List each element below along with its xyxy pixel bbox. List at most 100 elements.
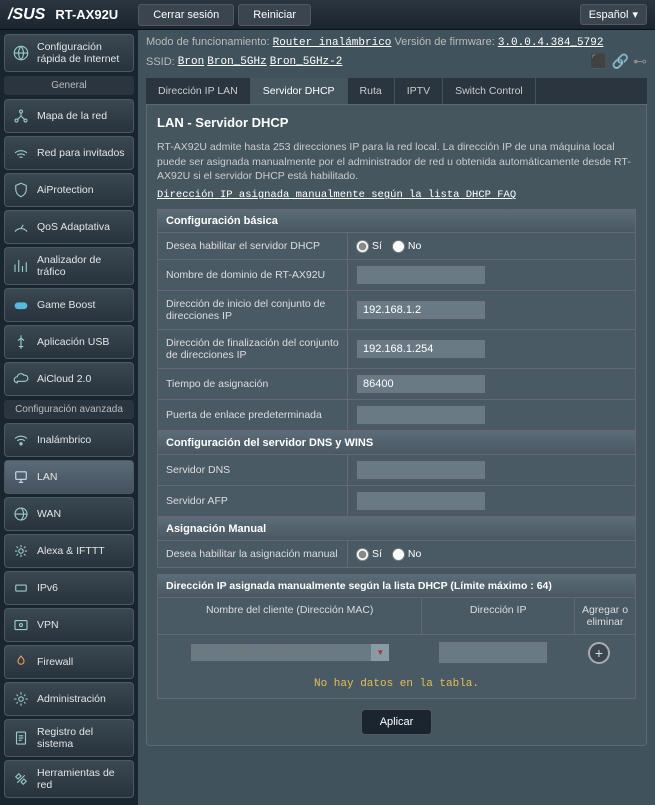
sidebar-qos[interactable]: QoS Adaptativa bbox=[4, 210, 134, 244]
sidebar-firewall[interactable]: Firewall bbox=[4, 645, 134, 679]
enable-manual-yes[interactable]: Sí bbox=[356, 548, 382, 561]
enable-dhcp-label: Desea habilitar el servidor DHCP bbox=[158, 233, 348, 259]
network-icon bbox=[11, 106, 31, 126]
tab-iptv[interactable]: IPTV bbox=[395, 78, 443, 104]
ssid-1: Bron bbox=[178, 56, 204, 68]
usb-status-icon[interactable]: ⊷ bbox=[633, 53, 647, 69]
enable-dhcp-yes[interactable]: Sí bbox=[356, 240, 382, 253]
sidebar-usb-app[interactable]: Aplicación USB bbox=[4, 325, 134, 359]
gateway-label: Puerta de enlace predeterminada bbox=[158, 400, 348, 430]
enable-manual-no[interactable]: No bbox=[392, 548, 421, 561]
mac-input[interactable] bbox=[191, 644, 371, 661]
tab-switch-control[interactable]: Switch Control bbox=[443, 78, 536, 104]
lease-input[interactable] bbox=[356, 374, 486, 394]
reboot-button[interactable]: Reiniciar bbox=[238, 4, 311, 26]
sidebar-wireless[interactable]: Inalámbrico bbox=[4, 423, 134, 457]
panel-description: RT-AX92U admite hasta 253 direcciones IP… bbox=[157, 140, 636, 184]
language-select[interactable]: Español ▾ bbox=[580, 4, 647, 25]
chevron-down-icon: ▾ bbox=[632, 8, 638, 21]
firmware-version-value[interactable]: 3.0.0.4.384_5792 bbox=[498, 37, 604, 49]
lease-label: Tiempo de asignación bbox=[158, 369, 348, 399]
info-row-2: SSID: Bron Bron_5GHz Bron_5GHz-2 ⬛ 🔗 ⊷ bbox=[146, 51, 647, 72]
sidebar-ipv6[interactable]: IPv6 bbox=[4, 571, 134, 605]
manual-assign-header: Asignación Manual bbox=[157, 517, 636, 541]
advanced-header: Configuración avanzada bbox=[4, 400, 134, 419]
dns-server-input[interactable] bbox=[356, 460, 486, 480]
sidebar-network-map[interactable]: Mapa de la red bbox=[4, 99, 134, 133]
shield-icon bbox=[11, 180, 31, 200]
gauge-icon bbox=[11, 217, 31, 237]
tab-route[interactable]: Ruta bbox=[348, 78, 395, 104]
domain-label: Nombre de dominio de RT-AX92U bbox=[158, 260, 348, 290]
gamepad-icon bbox=[11, 295, 31, 315]
panel-title: LAN - Servidor DHCP bbox=[157, 115, 636, 130]
manual-ip-table: Dirección IP asignada manualmente según … bbox=[157, 574, 636, 699]
ipv6-icon bbox=[11, 578, 31, 598]
log-icon bbox=[11, 728, 31, 748]
no-data-message: No hay datos en la tabla. bbox=[158, 670, 635, 698]
tab-lan-ip[interactable]: Dirección IP LAN bbox=[146, 78, 251, 104]
wifi-guest-icon bbox=[11, 143, 31, 163]
sidebar-alexa-ifttt[interactable]: Alexa & IFTTT bbox=[4, 534, 134, 568]
col-mac-header: Nombre del cliente (Dirección MAC) bbox=[158, 598, 422, 634]
afp-server-input[interactable] bbox=[356, 491, 486, 511]
enable-dhcp-no[interactable]: No bbox=[392, 240, 421, 253]
info-row-1: Modo de funcionamiento: Router inalámbri… bbox=[146, 34, 647, 51]
globe-gear-icon bbox=[11, 43, 31, 63]
dns-wins-header: Configuración del servidor DNS y WINS bbox=[157, 431, 636, 455]
brand-logo: /SUS bbox=[8, 6, 45, 24]
sidebar-traffic-analyzer[interactable]: Analizador de tráfico bbox=[4, 247, 134, 285]
afp-server-label: Servidor AFP bbox=[158, 486, 348, 516]
aimesh-icon[interactable]: 🔗 bbox=[612, 53, 629, 69]
tools-icon bbox=[11, 769, 31, 789]
chart-icon bbox=[11, 256, 31, 276]
domain-input[interactable] bbox=[356, 265, 486, 285]
sidebar-aiprotection[interactable]: AiProtection bbox=[4, 173, 134, 207]
ssid-2: Bron_5GHz bbox=[207, 56, 266, 68]
enable-manual-label: Desea habilitar la asignación manual bbox=[158, 541, 348, 567]
basic-config-header: Configuración básica bbox=[157, 209, 636, 233]
sidebar-guest-network[interactable]: Red para invitados bbox=[4, 136, 134, 170]
end-ip-label: Dirección de finalización del conjunto d… bbox=[158, 330, 348, 368]
operation-mode-value[interactable]: Router inalámbrico bbox=[273, 37, 392, 49]
col-ip-header: Dirección IP bbox=[422, 598, 575, 634]
start-ip-label: Dirección de inicio del conjunto de dire… bbox=[158, 291, 348, 329]
globe-icon bbox=[11, 504, 31, 524]
sidebar-system-log[interactable]: Registro del sistema bbox=[4, 719, 134, 757]
firewall-icon bbox=[11, 652, 31, 672]
model-name: RT-AX92U bbox=[55, 7, 118, 22]
sidebar-lan[interactable]: LAN bbox=[4, 460, 134, 494]
status-led-icon[interactable]: ⬛ bbox=[590, 53, 607, 69]
logout-button[interactable]: Cerrar sesión bbox=[138, 4, 234, 26]
cloud-icon bbox=[11, 369, 31, 389]
start-ip-input[interactable] bbox=[356, 300, 486, 320]
sidebar-game-boost[interactable]: Game Boost bbox=[4, 288, 134, 322]
lan-tabs: Dirección IP LAN Servidor DHCP Ruta IPTV… bbox=[146, 78, 647, 104]
usb-icon bbox=[11, 332, 31, 352]
manual-table-header: Dirección IP asignada manualmente según … bbox=[158, 575, 635, 598]
gateway-input[interactable] bbox=[356, 405, 486, 425]
main-content: Modo de funcionamiento: Router inalámbri… bbox=[138, 30, 655, 805]
general-header: General bbox=[4, 76, 134, 95]
col-action-header: Agregar o eliminar bbox=[575, 598, 635, 634]
quick-internet-setup[interactable]: Configuración rápida de Internet bbox=[4, 34, 134, 72]
wireless-icon bbox=[11, 430, 31, 450]
add-entry-button[interactable]: + bbox=[588, 642, 610, 664]
sidebar-aicloud[interactable]: AiCloud 2.0 bbox=[4, 362, 134, 396]
dns-server-label: Servidor DNS bbox=[158, 455, 348, 485]
mac-dropdown-button[interactable]: ▼ bbox=[371, 644, 389, 661]
alexa-icon bbox=[11, 541, 31, 561]
sidebar: Configuración rápida de Internet General… bbox=[0, 30, 138, 805]
sidebar-wan[interactable]: WAN bbox=[4, 497, 134, 531]
apply-button[interactable]: Aplicar bbox=[361, 709, 433, 735]
top-bar: /SUS RT-AX92U Cerrar sesión Reiniciar Es… bbox=[0, 0, 655, 30]
ssid-3: Bron_5GHz-2 bbox=[270, 56, 343, 68]
manual-ip-input[interactable] bbox=[438, 641, 548, 664]
sidebar-administration[interactable]: Administración bbox=[4, 682, 134, 716]
faq-link[interactable]: Dirección IP asignada manualmente según … bbox=[157, 189, 516, 201]
end-ip-input[interactable] bbox=[356, 339, 486, 359]
lan-icon bbox=[11, 467, 31, 487]
sidebar-vpn[interactable]: VPN bbox=[4, 608, 134, 642]
tab-dhcp-server[interactable]: Servidor DHCP bbox=[251, 78, 348, 104]
sidebar-network-tools[interactable]: Herramientas de red bbox=[4, 760, 134, 798]
